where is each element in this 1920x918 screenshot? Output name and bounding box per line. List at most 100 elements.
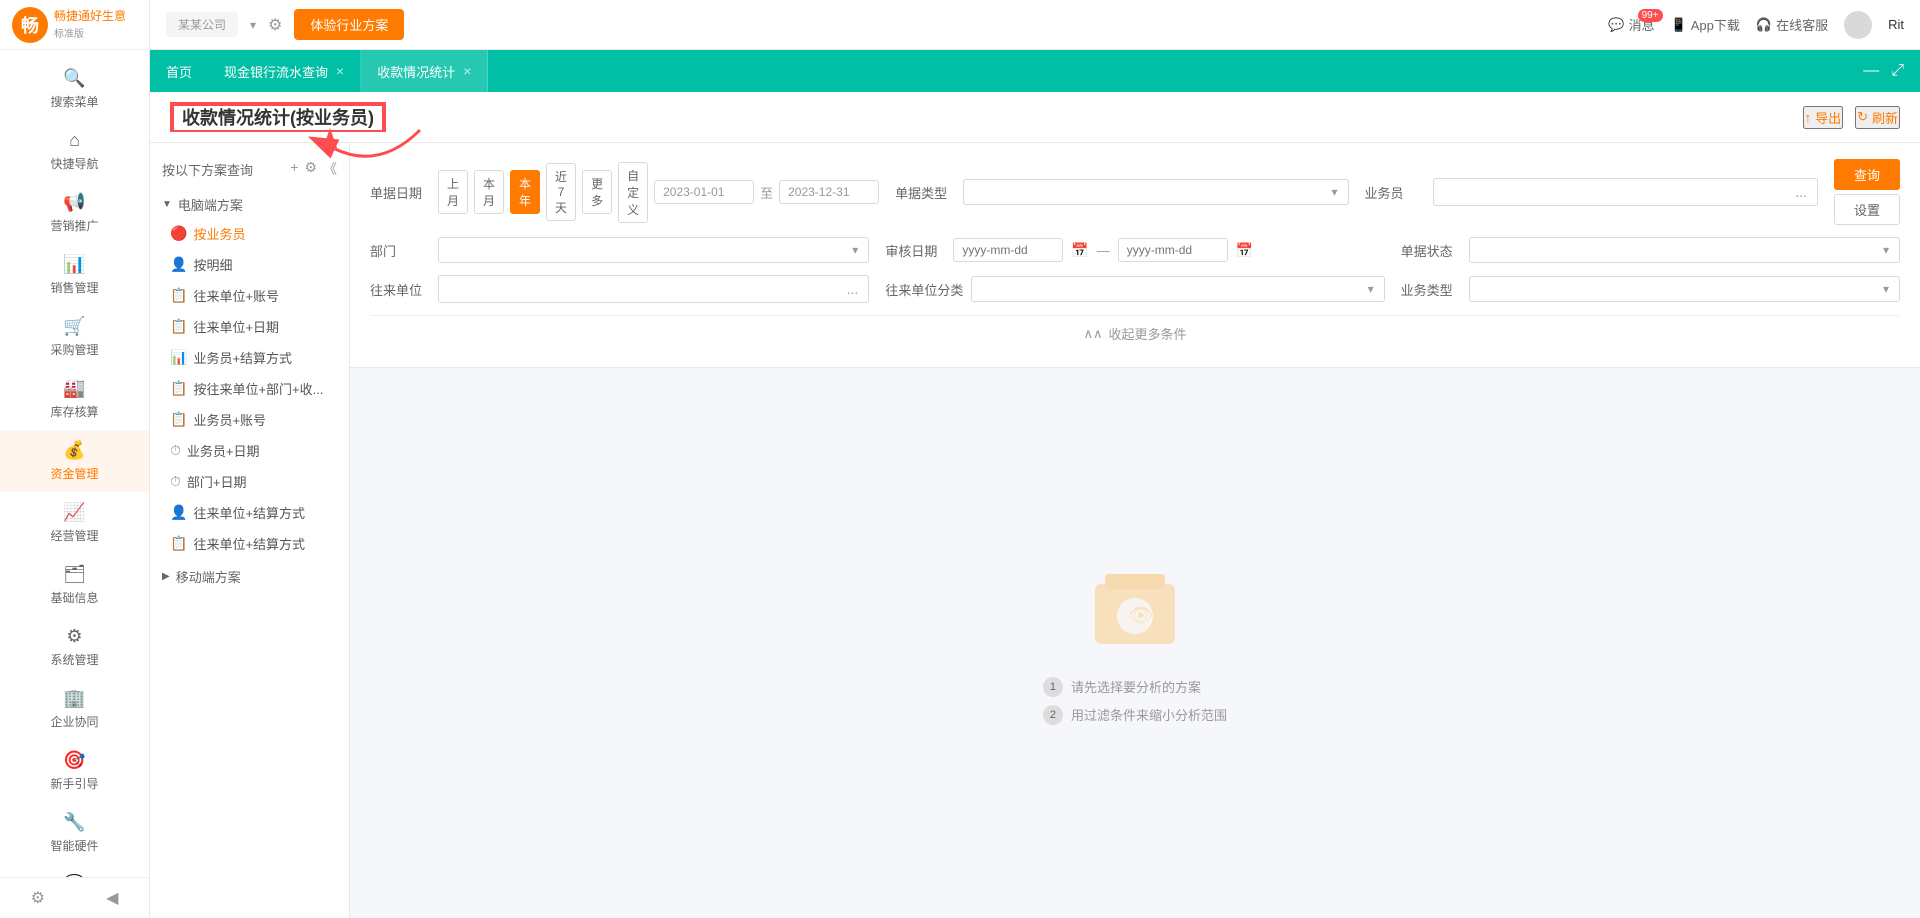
scheme-item-staff-method[interactable]: 📊 业务员+结算方式 (158, 342, 349, 373)
top-header: 某某公司 ▾ ⚙ 体验行业方案 💬 消息 99+ 📱 App下载 🎧 在线客服 (150, 0, 1920, 50)
date-btn-custom[interactable]: 自定义 (618, 162, 648, 223)
tab-close-btn[interactable]: — (1863, 62, 1879, 80)
chevron-down-icon: ▾ (1883, 282, 1889, 296)
scheme-item-unit-dept[interactable]: 📋 按往来单位+部门+收... (158, 373, 349, 404)
audit-from-input[interactable] (953, 238, 1063, 262)
tab-bank-close[interactable]: × (336, 63, 344, 79)
scheme-item-staff-date[interactable]: ⏱ 业务员+日期 (158, 435, 349, 466)
voucher-status-field: 单据状态 ▾ (1401, 237, 1900, 263)
calendar-icon[interactable]: 📅 (1071, 242, 1088, 259)
purchase-icon: 🛒 (63, 316, 85, 337)
scheme-item-staff-account[interactable]: 📋 业务员+账号 (158, 404, 349, 435)
sidebar-settings-btn[interactable]: ⚙ (31, 888, 45, 908)
group-expand-icon: ▼ (162, 199, 172, 210)
sidebar-item-purchase[interactable]: 🛒 采购管理 (0, 306, 149, 368)
sidebar-item-basic[interactable]: 🗂 基础信息 (0, 554, 149, 616)
export-btn[interactable]: ↑ 导出 (1803, 106, 1844, 129)
tab-home[interactable]: 首页 (150, 62, 208, 81)
sidebar-item-system[interactable]: ⚙ 系统管理 (0, 616, 149, 678)
sidebar-item-inventory[interactable]: 🏭 库存核算 (0, 368, 149, 430)
scheme-item-dept-date[interactable]: ⏱ 部门+日期 (158, 466, 349, 497)
calendar-icon-2[interactable]: 📅 (1236, 242, 1253, 259)
system-icon: ⚙ (66, 626, 82, 647)
tab-collection-close[interactable]: × (463, 63, 471, 79)
enterprise-icon: 🏢 (63, 688, 85, 709)
partner-category-select[interactable]: ▾ (971, 276, 1384, 302)
query-button[interactable]: 查询 (1834, 159, 1900, 190)
dept-select[interactable]: ▾ (438, 237, 869, 263)
audit-to-input[interactable] (1118, 238, 1228, 262)
panel-collapse-btn[interactable]: 《 (323, 159, 337, 179)
date-options: 上月 本月 本年 近7天 更多 自定义 至 (438, 162, 879, 223)
date-btn-more[interactable]: 更多 (582, 170, 612, 214)
avatar[interactable] (1844, 11, 1872, 39)
sidebar-item-operation[interactable]: 📈 经营管理 (0, 492, 149, 554)
guide-icon: 🎯 (63, 750, 85, 771)
partner-field: 往来单位 ... (370, 275, 869, 303)
voucher-status-select[interactable]: ▾ (1469, 237, 1900, 263)
logo-area: 畅 畅捷通好生意 标准版 (0, 0, 149, 50)
scheme-item-label: 按业务员 (193, 224, 245, 243)
sidebar-item-quicknav[interactable]: ⌂ 快捷导航 (0, 120, 149, 182)
empty-steps: 1 请先选择要分析的方案 2 用过滤条件来缩小分析范围 (1043, 677, 1227, 733)
trial-button[interactable]: 体验行业方案 (294, 9, 404, 40)
tab-maximize-btn[interactable]: ⤢ (1891, 62, 1904, 80)
user-name: Rit (1888, 17, 1904, 32)
sidebar-item-enterprise[interactable]: 🏢 企业协同 (0, 678, 149, 740)
sidebar-item-finance[interactable]: 💰 资金管理 (0, 430, 149, 492)
header-settings-icon[interactable]: ⚙ (268, 15, 282, 35)
online-service-btn[interactable]: 🎧 在线客服 (1756, 15, 1828, 34)
partner-more-btn[interactable]: ... (847, 281, 859, 297)
date-btn-last-7[interactable]: 近7天 (546, 163, 576, 221)
settings-button[interactable]: 设置 (1834, 194, 1900, 225)
empty-state: 👁 1 请先选择要分析的方案 2 用过滤条件来缩小分析范围 (350, 368, 1920, 918)
sidebar-item-label: 基础信息 (50, 589, 98, 606)
app-download-btn[interactable]: 📱 App下载 (1671, 15, 1740, 34)
scheme-settings-btn[interactable]: ⚙ (304, 159, 317, 179)
sidebar-item-label: 营销推广 (50, 217, 98, 234)
sidebar-item-wechat[interactable]: 💬 企业微信 (0, 864, 149, 877)
message-btn[interactable]: 💬 消息 99+ (1608, 15, 1654, 34)
sidebar-collapse-btn[interactable]: ◀ (106, 888, 118, 908)
sales-icon: 📊 (63, 254, 85, 275)
tabs-bar: 首页 现金银行流水查询 × 收款情况统计 × — ⤢ (150, 50, 1920, 92)
sidebar-item-hardware[interactable]: 🔧 智能硬件 (0, 802, 149, 864)
scheme-group-mobile-header[interactable]: ▶ 移动端方案 (150, 563, 349, 590)
add-scheme-btn[interactable]: + (290, 159, 298, 179)
date-btn-last-month[interactable]: 上月 (438, 170, 468, 214)
scheme-icon: 📋 (170, 318, 187, 335)
date-from-input[interactable] (654, 180, 754, 204)
chevron-down-icon: ▾ (852, 243, 858, 257)
scheme-group-pc-header[interactable]: ▼ 电脑端方案 (150, 191, 349, 218)
voucher-type-field: 单据类型 ▾ (895, 179, 1348, 205)
sidebar-item-marketing[interactable]: 📢 营销推广 (0, 182, 149, 244)
staff-field: 业务员 ... (1365, 178, 1818, 206)
scheme-item-label: 往来单位+日期 (193, 317, 279, 336)
tab-bank[interactable]: 现金银行流水查询 × (208, 50, 361, 92)
sidebar-item-label: 搜索菜单 (50, 93, 98, 110)
scheme-item-by-staff[interactable]: 🔴 按业务员 (158, 218, 349, 249)
dropdown-icon[interactable]: ▾ (250, 18, 256, 32)
date-to-input[interactable] (779, 180, 879, 204)
sidebar-item-label: 销售管理 (50, 279, 98, 296)
sidebar-item-guide[interactable]: 🎯 新手引导 (0, 740, 149, 802)
scheme-icon: 📋 (170, 535, 187, 552)
partner-input[interactable]: ... (438, 275, 869, 303)
sidebar-item-search[interactable]: 🔍 搜索菜单 (0, 58, 149, 120)
date-btn-this-month[interactable]: 本月 (474, 170, 504, 214)
scheme-item-by-detail[interactable]: 👤 按明细 (158, 249, 349, 280)
phone-icon: 📱 (1671, 17, 1687, 33)
business-type-select[interactable]: ▾ (1469, 276, 1900, 302)
refresh-btn[interactable]: ↻ 刷新 (1855, 106, 1900, 129)
scheme-item-unit-account[interactable]: 📋 往来单位+账号 (158, 280, 349, 311)
collapse-bar[interactable]: ∧∧ 收起更多条件 (370, 315, 1900, 351)
scheme-item-unit-method1[interactable]: 👤 往来单位+结算方式 (158, 497, 349, 528)
voucher-type-select[interactable]: ▾ (963, 179, 1348, 205)
staff-more-btn[interactable]: ... (1795, 184, 1807, 200)
staff-input[interactable]: ... (1433, 178, 1818, 206)
date-btn-this-year[interactable]: 本年 (510, 170, 540, 214)
tab-collection[interactable]: 收款情况统计 × (361, 50, 488, 92)
scheme-item-unit-method2[interactable]: 📋 往来单位+结算方式 (158, 528, 349, 559)
sidebar-item-sales[interactable]: 📊 销售管理 (0, 244, 149, 306)
scheme-item-unit-date[interactable]: 📋 往来单位+日期 (158, 311, 349, 342)
